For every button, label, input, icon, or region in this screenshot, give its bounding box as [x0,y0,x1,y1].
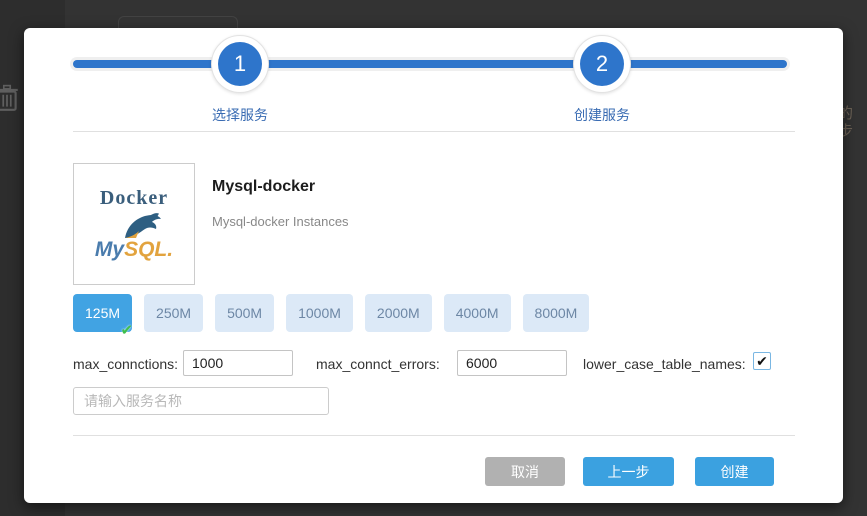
divider [73,435,795,436]
lower-case-table-names-checkbox[interactable]: ✔ [753,352,771,370]
memory-option-label: 4000M [455,305,499,321]
create-service-dialog: 1 2 选择服务 创建服务 Docker MySQL. Mysql-docker… [24,28,843,503]
memory-option-label: 125M [85,305,121,321]
max-connect-errors-input[interactable] [457,350,567,376]
service-logo: Docker MySQL. [73,163,195,285]
mysql-logo-my: My [94,237,125,261]
wizard-step-1[interactable]: 1 [211,35,269,93]
memory-option-2000m[interactable]: 2000M [364,294,432,332]
mysql-logo-sql: SQL. [124,237,174,261]
memory-option-label: 500M [227,305,263,321]
memory-option-125m[interactable]: 125M ✔ [73,294,133,339]
memory-option-1000m[interactable]: 1000M [286,294,353,332]
memory-option-label: 1000M [298,305,341,321]
wizard-progress-fill [73,60,787,68]
cancel-button[interactable]: 取消 [485,457,565,486]
service-title: Mysql-docker [212,178,316,195]
max-connect-errors-label: max_connct_errors: [316,356,440,372]
wizard-step-2[interactable]: 2 [573,35,631,93]
create-button[interactable]: 创建 [695,457,774,486]
selected-check-icon: ✔ [120,322,134,339]
wizard-step-1-label: 选择服务 [212,107,268,123]
memory-option-label: 250M [156,305,192,321]
mysql-logo-text: MySQL. [95,238,173,262]
memory-option-label: 8000M [534,305,578,321]
docker-logo-text: Docker [99,186,169,209]
lower-case-table-names-label: lower_case_table_names: [583,356,746,372]
service-name-input[interactable] [73,387,329,415]
max-connections-input[interactable] [183,350,293,376]
divider [73,131,795,132]
memory-option-500m[interactable]: 500M [215,294,275,332]
memory-option-250m[interactable]: 250M [144,294,204,332]
previous-step-button[interactable]: 上一步 [583,457,674,486]
memory-option-8000m[interactable]: 8000M [522,294,590,332]
wizard-progress-track [70,57,790,71]
wizard-step-1-number: 1 [218,42,262,86]
wizard-step-2-number: 2 [580,42,624,86]
trash-icon [0,84,18,111]
memory-option-label: 2000M [376,305,420,321]
wizard-step-2-label: 创建服务 [574,107,630,123]
memory-size-options: 125M ✔ 250M 500M 1000M 2000M 4000M 8000M [73,294,590,339]
service-subtitle: Mysql-docker Instances [212,214,349,229]
max-connections-label: max_connctions: [73,356,179,372]
memory-option-4000m[interactable]: 4000M [443,294,511,332]
